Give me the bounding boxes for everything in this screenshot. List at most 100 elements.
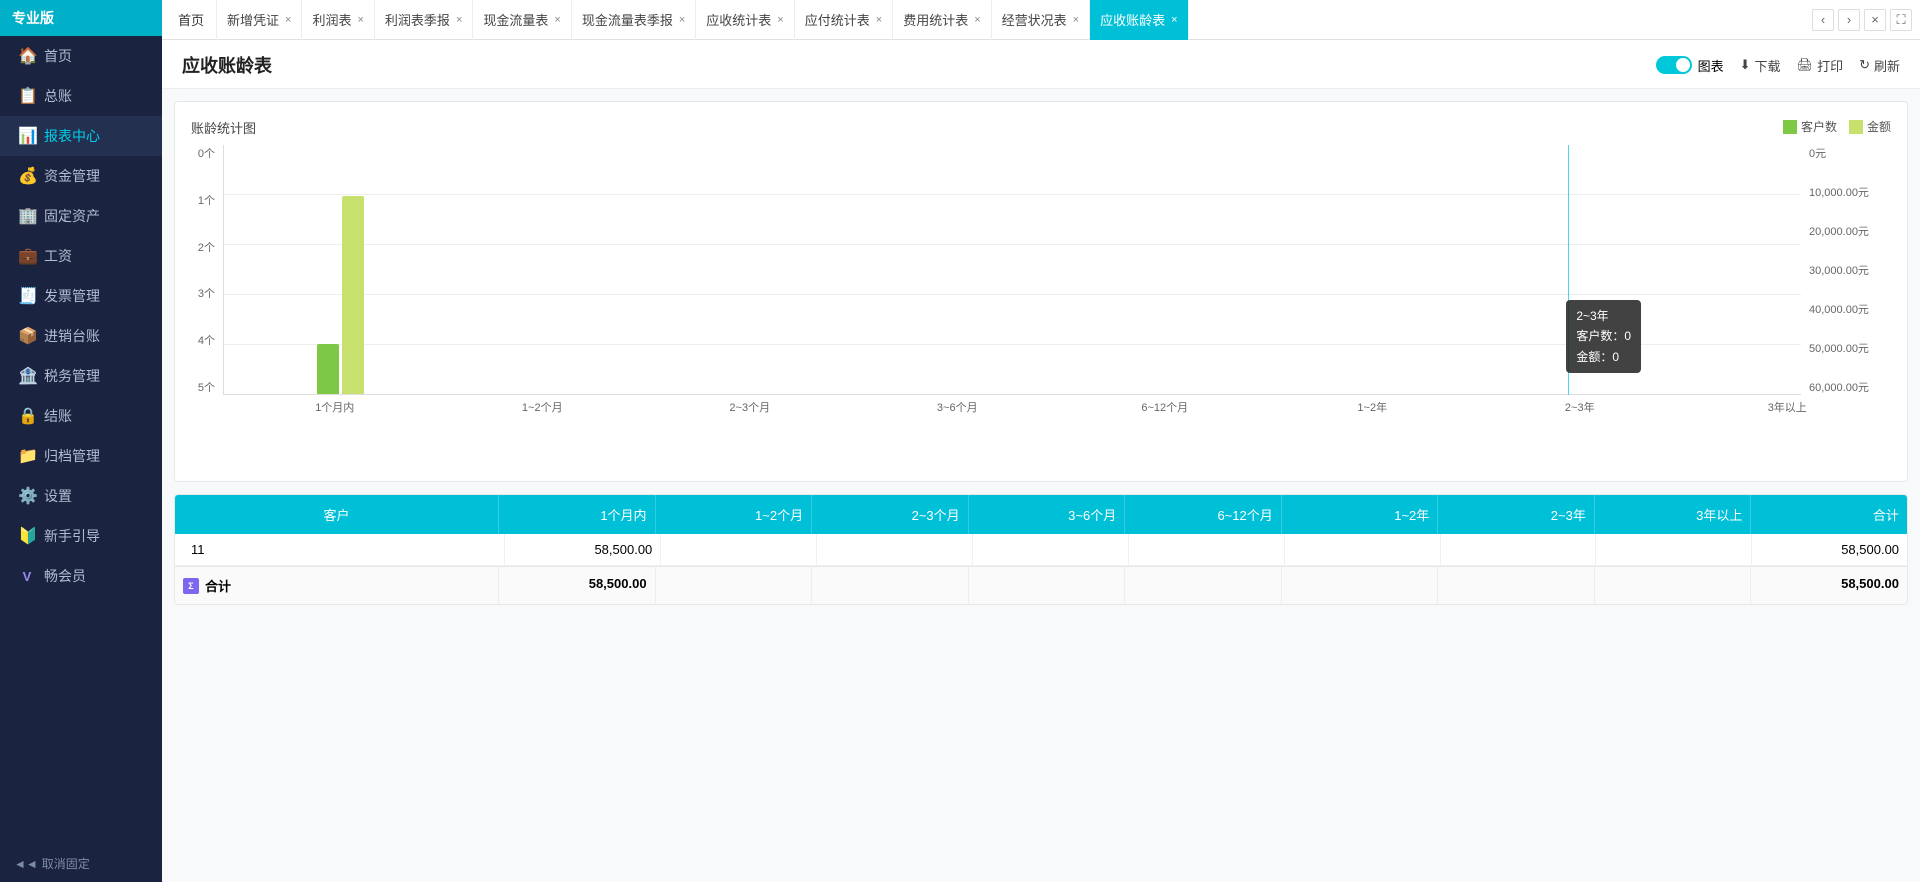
tab-cashflow-quarter-label: 现金流量表季报 xyxy=(582,10,673,29)
tab-payable-stat-label: 应付统计表 xyxy=(805,10,870,29)
sidebar-item-vip[interactable]: V 畅会员 xyxy=(0,556,162,596)
print-label: 打印 xyxy=(1817,56,1843,75)
chart-toggle[interactable]: 图表 xyxy=(1656,56,1724,75)
sidebar-item-closing[interactable]: 🔒 结账 xyxy=(0,396,162,436)
bar-month1-2 xyxy=(436,145,628,394)
download-button[interactable]: ⬇ 下载 xyxy=(1740,56,1781,75)
tab-receivable-age[interactable]: 应收账龄表 × xyxy=(1090,0,1188,40)
td-customer-0: 11 xyxy=(175,534,505,565)
tab-cashflow[interactable]: 现金流量表 × xyxy=(473,0,571,40)
th-customer: 客户 xyxy=(175,495,499,534)
bar-month3-6 xyxy=(820,145,1012,394)
legend-amount: 金额 xyxy=(1849,118,1891,135)
td-year2-3-0 xyxy=(1441,534,1597,565)
chart-tooltip: 2~3年 客户数：0 金额：0 xyxy=(1566,300,1641,373)
th-month1: 1个月内 xyxy=(499,495,656,534)
tooltip-customer-count: 客户数：0 xyxy=(1576,326,1631,346)
th-month6-12: 6~12个月 xyxy=(1125,495,1282,534)
bar-year1-2 xyxy=(1205,145,1397,394)
toggle-track[interactable] xyxy=(1656,56,1692,74)
tf-month1: 58,500.00 xyxy=(499,567,656,604)
toggle-pin-button[interactable]: ◄◄ 取消固定 xyxy=(0,845,162,882)
sidebar-label-settings: 设置 xyxy=(44,486,72,506)
bar-month2-3 xyxy=(628,145,820,394)
tf-label-text: 合计 xyxy=(205,576,231,595)
app-logo: 专业版 xyxy=(0,0,162,36)
sidebar-label-fund: 资金管理 xyxy=(44,166,100,186)
sidebar-item-settings[interactable]: ⚙️ 设置 xyxy=(0,476,162,516)
bar-year2-3 xyxy=(1397,145,1589,394)
sidebar-item-guide[interactable]: 🔰 新手引导 xyxy=(0,516,162,556)
tab-profit-quarter-close[interactable]: × xyxy=(456,14,462,26)
tab-expense-stat[interactable]: 费用统计表 × xyxy=(893,0,991,40)
tab-payable-stat-close[interactable]: × xyxy=(876,14,882,26)
y-left-3: 3个 xyxy=(198,285,215,301)
sidebar-item-report[interactable]: 📊 报表中心 xyxy=(0,116,162,156)
tab-voucher-close[interactable]: × xyxy=(285,14,291,26)
x-label-month1-2: 1~2个月 xyxy=(439,399,647,415)
tab-receivable-age-close[interactable]: × xyxy=(1171,14,1177,26)
td-month1-2-0 xyxy=(661,534,817,565)
tab-scroll-right[interactable]: › xyxy=(1838,9,1860,31)
table-row: 11 58,500.00 58,500.00 xyxy=(175,534,1907,566)
ledger-icon: 📋 xyxy=(18,86,36,106)
th-month1-2: 1~2个月 xyxy=(656,495,813,534)
tab-voucher-label: 新增凭证 xyxy=(227,10,279,29)
sidebar-label-purchase: 进销台账 xyxy=(44,326,100,346)
tab-voucher[interactable]: 新增凭证 × xyxy=(217,0,302,40)
print-button[interactable]: 🖨 打印 xyxy=(1797,56,1844,75)
td-month1-0: 58,500.00 xyxy=(505,534,661,565)
legend-amount-label: 金额 xyxy=(1867,118,1891,135)
y-left-5: 5个 xyxy=(198,379,215,395)
refresh-button[interactable]: ↻ 刷新 xyxy=(1859,56,1900,75)
tab-receivable-stat[interactable]: 应收统计表 × xyxy=(696,0,794,40)
tab-close-all[interactable]: × xyxy=(1864,9,1886,31)
sidebar-item-invoice[interactable]: 🧾 发票管理 xyxy=(0,276,162,316)
tab-expense-stat-close[interactable]: × xyxy=(974,14,980,26)
y-right-0: 0元 xyxy=(1809,145,1826,161)
legend-lightgreen-dot xyxy=(1849,120,1863,134)
tab-scroll-left[interactable]: ‹ xyxy=(1812,9,1834,31)
tab-payable-stat[interactable]: 应付统计表 × xyxy=(795,0,893,40)
main-area: 首页 新增凭证 × 利润表 × 利润表季报 × 现金流量表 × 现金流量表季报 … xyxy=(162,0,1920,882)
tab-home[interactable]: 首页 xyxy=(166,0,217,40)
tf-label: Σ 合计 xyxy=(175,567,499,604)
purchase-icon: 📦 xyxy=(18,326,36,346)
sidebar-item-salary[interactable]: 💼 工资 xyxy=(0,236,162,276)
sidebar-item-home[interactable]: 🏠 首页 xyxy=(0,36,162,76)
sidebar-item-ledger[interactable]: 📋 总账 xyxy=(0,76,162,116)
chart-toggle-label: 图表 xyxy=(1698,56,1724,75)
settings-icon: ⚙️ xyxy=(18,486,36,506)
tab-cashflow-quarter-close[interactable]: × xyxy=(679,14,685,26)
closing-icon: 🔒 xyxy=(18,406,36,426)
tab-profit-quarter[interactable]: 利润表季报 × xyxy=(375,0,473,40)
sidebar: 专业版 🏠 首页 📋 总账 📊 报表中心 💰 资金管理 🏢 固定资产 💼 工资 … xyxy=(0,0,162,882)
tab-fullscreen[interactable]: ⛶ xyxy=(1890,9,1912,31)
bars-group xyxy=(224,145,1801,394)
asset-icon: 🏢 xyxy=(18,206,36,226)
tab-operation-close[interactable]: × xyxy=(1073,14,1079,26)
th-year3plus: 3年以上 xyxy=(1595,495,1752,534)
tf-month2-3 xyxy=(812,567,969,604)
y-right-10000: 10,000.00元 xyxy=(1809,184,1869,200)
td-year3plus-0 xyxy=(1596,534,1752,565)
sidebar-item-purchase[interactable]: 📦 进销台账 xyxy=(0,316,162,356)
bar-month1 xyxy=(244,145,436,394)
td-year1-2-0 xyxy=(1285,534,1441,565)
tf-total: 58,500.00 xyxy=(1751,567,1907,604)
y-axis-left: 5个 4个 3个 2个 1个 0个 xyxy=(191,145,223,395)
bar-green-month1 xyxy=(317,344,339,394)
td-month3-6-0 xyxy=(973,534,1129,565)
tab-profit-close[interactable]: × xyxy=(357,14,363,26)
chart-legend: 客户数 金额 xyxy=(1783,118,1891,135)
sidebar-item-archive[interactable]: 📁 归档管理 xyxy=(0,436,162,476)
tab-cashflow-close[interactable]: × xyxy=(554,14,560,26)
tab-profit[interactable]: 利润表 × xyxy=(302,0,374,40)
tab-operation[interactable]: 经营状况表 × xyxy=(992,0,1090,40)
sidebar-item-tax[interactable]: 🏦 税务管理 xyxy=(0,356,162,396)
sidebar-item-fund[interactable]: 💰 资金管理 xyxy=(0,156,162,196)
tab-receivable-stat-close[interactable]: × xyxy=(777,14,783,26)
fund-icon: 💰 xyxy=(18,166,36,186)
tab-cashflow-quarter[interactable]: 现金流量表季报 × xyxy=(572,0,696,40)
sidebar-item-asset[interactable]: 🏢 固定资产 xyxy=(0,196,162,236)
